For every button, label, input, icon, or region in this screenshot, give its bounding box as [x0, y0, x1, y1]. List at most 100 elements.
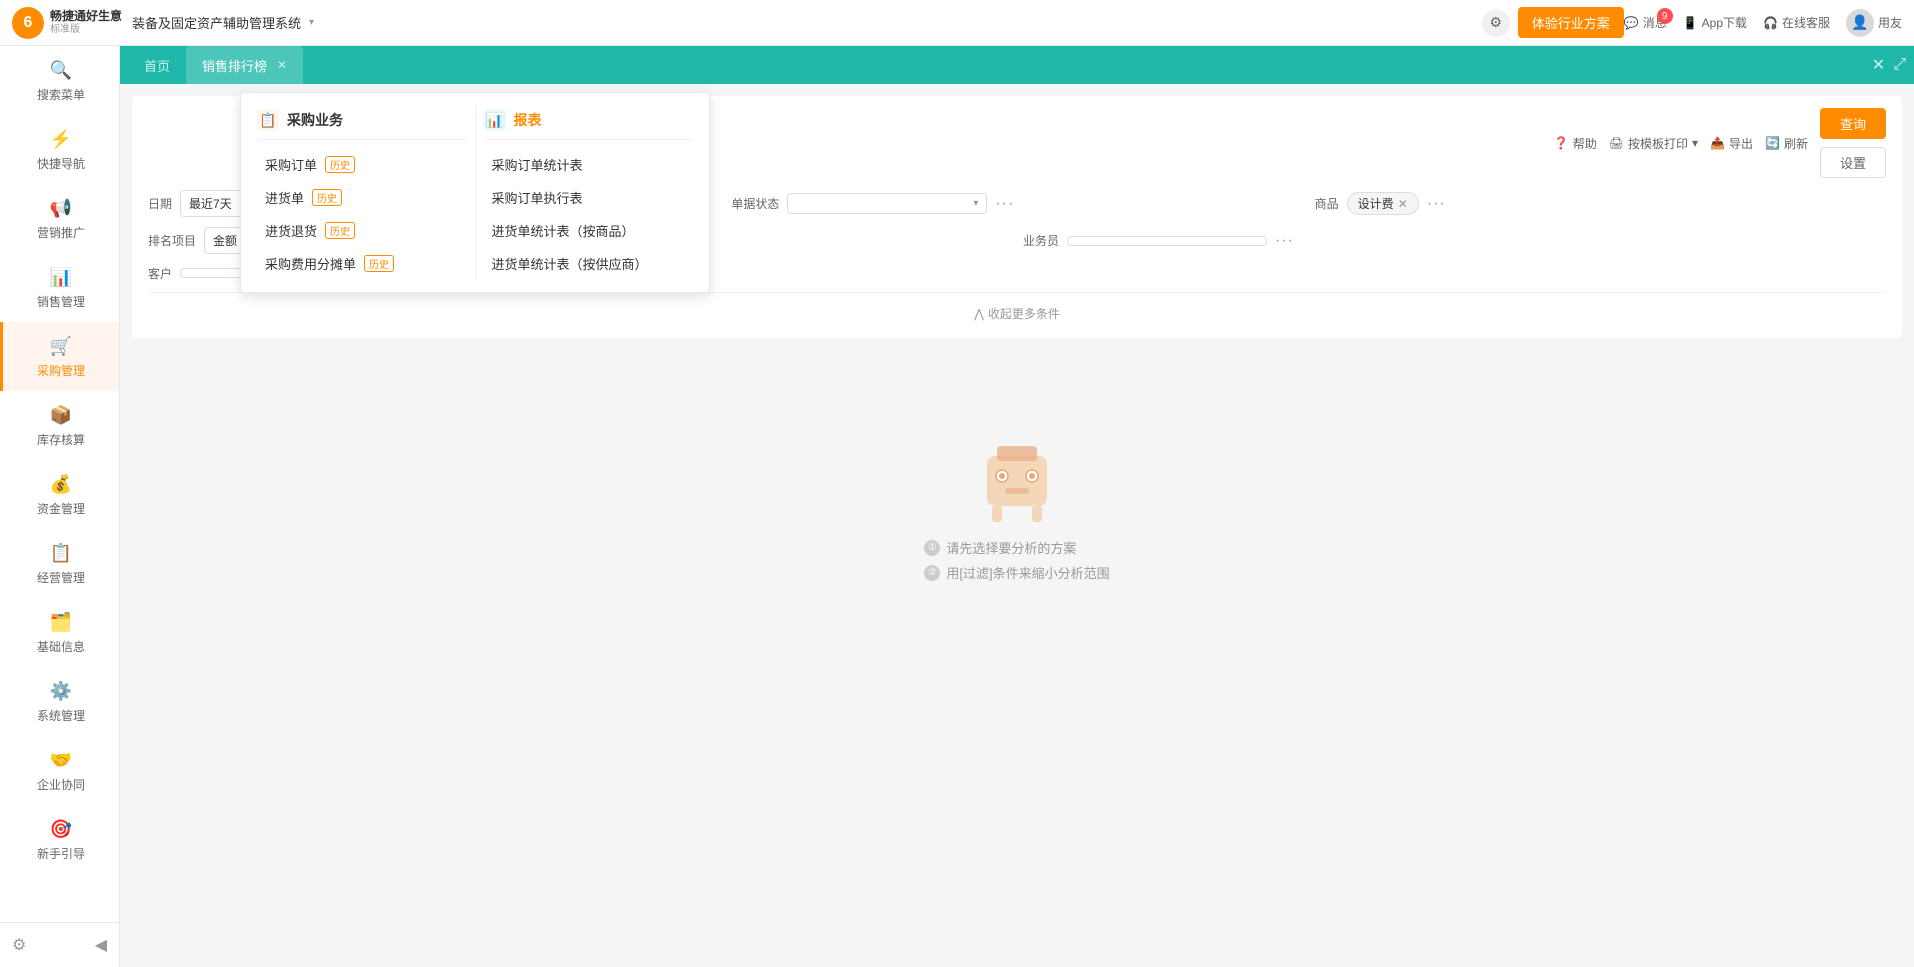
enterprise-icon: 🤝: [49, 748, 73, 772]
sidebar-collapse-btn[interactable]: ◀: [95, 935, 107, 955]
sidebar-settings-btn[interactable]: ⚙: [12, 935, 26, 955]
bill-status-filter-col: 单据状态 ▾ ···: [731, 193, 1302, 214]
sidebar-label-sales: 销售管理: [37, 293, 85, 310]
sidebar-item-marketing[interactable]: 📢 营销推广: [0, 184, 119, 253]
logo-text: 畅捷通好生意 标准版: [50, 9, 122, 35]
logo-sub: 标准版: [50, 24, 122, 36]
sidebar-item-inventory[interactable]: 📦 库存核算: [0, 391, 119, 460]
export-label: 导出: [1729, 135, 1753, 152]
salesperson-select[interactable]: [1067, 236, 1267, 246]
system-title-arrow[interactable]: ▾: [309, 17, 314, 28]
tab-close-all-icon[interactable]: ✕: [1872, 55, 1885, 75]
search-icon: 🔍: [49, 58, 73, 82]
headset-icon: 🎧: [1763, 16, 1778, 30]
sidebar-item-basic-info[interactable]: 🗂️ 基础信息: [0, 598, 119, 667]
goods-more[interactable]: ···: [1427, 195, 1446, 213]
sidebar-item-finance[interactable]: 💰 资金管理: [0, 460, 119, 529]
sidebar-item-purchase[interactable]: 🛒 采购管理: [0, 322, 119, 391]
sidebar-label-finance: 资金管理: [37, 500, 85, 517]
bill-status-more[interactable]: ···: [995, 195, 1014, 213]
sidebar-item-operations[interactable]: 📋 经营管理: [0, 529, 119, 598]
goods-tag-close[interactable]: ✕: [1398, 197, 1408, 211]
goods-receipt-label: 进货单: [265, 188, 304, 207]
user-btn[interactable]: 👤 用友: [1846, 9, 1902, 37]
query-btn[interactable]: 查询: [1820, 108, 1886, 139]
purchase-icon: 🛒: [49, 334, 73, 358]
sidebar-item-enterprise[interactable]: 🤝 企业协同: [0, 736, 119, 805]
customer-label: 客户: [148, 265, 172, 282]
mobile-icon: 📱: [1683, 16, 1698, 30]
purchase-business-header: 📋 采购业务: [257, 105, 467, 140]
salesperson-more[interactable]: ···: [1275, 232, 1294, 250]
purchase-order-exec-label: 采购订单执行表: [492, 188, 583, 207]
tab-expand-icon[interactable]: ⤢: [1893, 56, 1906, 74]
refresh-btn[interactable]: 🔄 刷新: [1765, 135, 1808, 152]
tab-sales-ranking[interactable]: 销售排行榜 ✕: [186, 46, 303, 84]
sidebar-label-new-guide: 新手引导: [37, 845, 85, 862]
goods-stats-by-goods-label: 进货单统计表（按商品）: [492, 221, 635, 240]
settings-btn[interactable]: 设置: [1820, 147, 1886, 178]
goods-tag: 设计费 ✕: [1347, 192, 1419, 215]
sidebar-label-operations: 经营管理: [37, 569, 85, 586]
collapse-btn[interactable]: ⋀ 收起更多条件: [148, 301, 1886, 326]
messages-btn[interactable]: 💬 消息 9: [1624, 14, 1667, 31]
sidebar-item-search[interactable]: 🔍 搜索菜单: [0, 46, 119, 115]
report-col-title: 报表: [514, 110, 542, 130]
dropdown-goods-stats-by-goods[interactable]: 进货单统计表（按商品）: [484, 214, 694, 247]
operations-icon: 📋: [49, 541, 73, 565]
help-btn[interactable]: ❓ 帮助: [1554, 135, 1597, 152]
empty-step-1: ① 请先选择要分析的方案: [924, 538, 1076, 557]
dropdown-purchase-order[interactable]: 采购订单 历史: [257, 148, 467, 181]
sidebar-item-sales[interactable]: 📊 销售管理: [0, 253, 119, 322]
dropdown-purchase-order-stats[interactable]: 采购订单统计表: [484, 148, 694, 181]
system-title-text: 装备及固定资产辅助管理系统: [132, 13, 301, 32]
purchase-col-icon: 📋: [257, 109, 279, 131]
dropdown-goods-return[interactable]: 进货退货 历史: [257, 214, 467, 247]
empty-state-icon: [967, 426, 1067, 526]
empty-steps: ① 请先选择要分析的方案 ② 用[过滤]条件来缩小分析范围: [924, 538, 1109, 582]
header-right: 💬 消息 9 📱 App下载 🎧 在线客服 👤 用友: [1624, 9, 1902, 37]
purchase-expense-hist: 历史: [364, 255, 394, 272]
salesperson-filter-col: 业务员 ···: [1023, 232, 1886, 250]
col-divider: [475, 105, 476, 280]
sidebar-item-new-guide[interactable]: 🎯 新手引导: [0, 805, 119, 874]
print-btn[interactable]: 🖨 按模板打印 ▾: [1609, 135, 1698, 152]
report-col: 📊 报表 采购订单统计表 采购订单执行表 进货单统计表（按商品） 进货单统计表（…: [484, 105, 694, 280]
sidebar-item-quick-nav[interactable]: ⚡ 快捷导航: [0, 115, 119, 184]
marketing-icon: 📢: [49, 196, 73, 220]
dropdown-goods-receipt[interactable]: 进货单 历史: [257, 181, 467, 214]
tab-bar: 首页 销售排行榜 ✕ ✕ ⤢: [120, 46, 1914, 84]
tab-home[interactable]: 首页: [128, 46, 186, 84]
content-area: 首页 销售排行榜 ✕ ✕ ⤢ ❓ 帮助: [120, 46, 1914, 967]
top-header: 6 畅捷通好生意 标准版 装备及固定资产辅助管理系统 ▾ ⚙ 体验行业方案 💬 …: [0, 0, 1914, 46]
export-icon: 📤: [1710, 136, 1725, 150]
purchase-order-hist: 历史: [325, 156, 355, 173]
print-label: 按模板打印: [1628, 135, 1688, 152]
sidebar-item-system[interactable]: ⚙️ 系统管理: [0, 667, 119, 736]
sidebar-label-inventory: 库存核算: [37, 431, 85, 448]
industry-btn[interactable]: 体验行业方案: [1518, 7, 1624, 38]
app-download-btn[interactable]: 📱 App下载: [1683, 14, 1747, 31]
new-guide-icon: 🎯: [49, 817, 73, 841]
bill-status-select[interactable]: ▾: [787, 193, 987, 214]
logo-main: 畅捷通好生意: [50, 9, 122, 23]
goods-stats-by-supplier-label: 进货单统计表（按供应商）: [492, 254, 648, 273]
print-dropdown-icon[interactable]: ▾: [1692, 136, 1698, 150]
settings-gear-btn[interactable]: ⚙: [1482, 9, 1510, 37]
sales-icon: 📊: [49, 265, 73, 289]
sidebar-label-purchase: 采购管理: [37, 362, 85, 379]
logo-area: 6 畅捷通好生意 标准版: [12, 7, 132, 39]
empty-state: ① 请先选择要分析的方案 ② 用[过滤]条件来缩小分析范围: [132, 346, 1902, 662]
dropdown-goods-stats-by-supplier[interactable]: 进货单统计表（按供应商）: [484, 247, 694, 280]
sidebar-bottom: ⚙ ◀: [0, 922, 119, 967]
dropdown-purchase-expense[interactable]: 采购费用分摊单 历史: [257, 247, 467, 280]
export-btn[interactable]: 📤 导出: [1710, 135, 1753, 152]
system-title-area: 装备及固定资产辅助管理系统 ▾: [132, 13, 1482, 32]
basic-info-icon: 🗂️: [49, 610, 73, 634]
online-service-btn[interactable]: 🎧 在线客服: [1763, 14, 1830, 31]
main-layout: 🔍 搜索菜单 ⚡ 快捷导航 📢 营销推广 📊 销售管理 🛒 采购管理 📦 库存核…: [0, 46, 1914, 967]
dropdown-purchase-order-exec[interactable]: 采购订单执行表: [484, 181, 694, 214]
tab-close-icon[interactable]: ✕: [277, 58, 287, 72]
goods-return-label: 进货退货: [265, 221, 317, 240]
avatar: 👤: [1846, 9, 1874, 37]
